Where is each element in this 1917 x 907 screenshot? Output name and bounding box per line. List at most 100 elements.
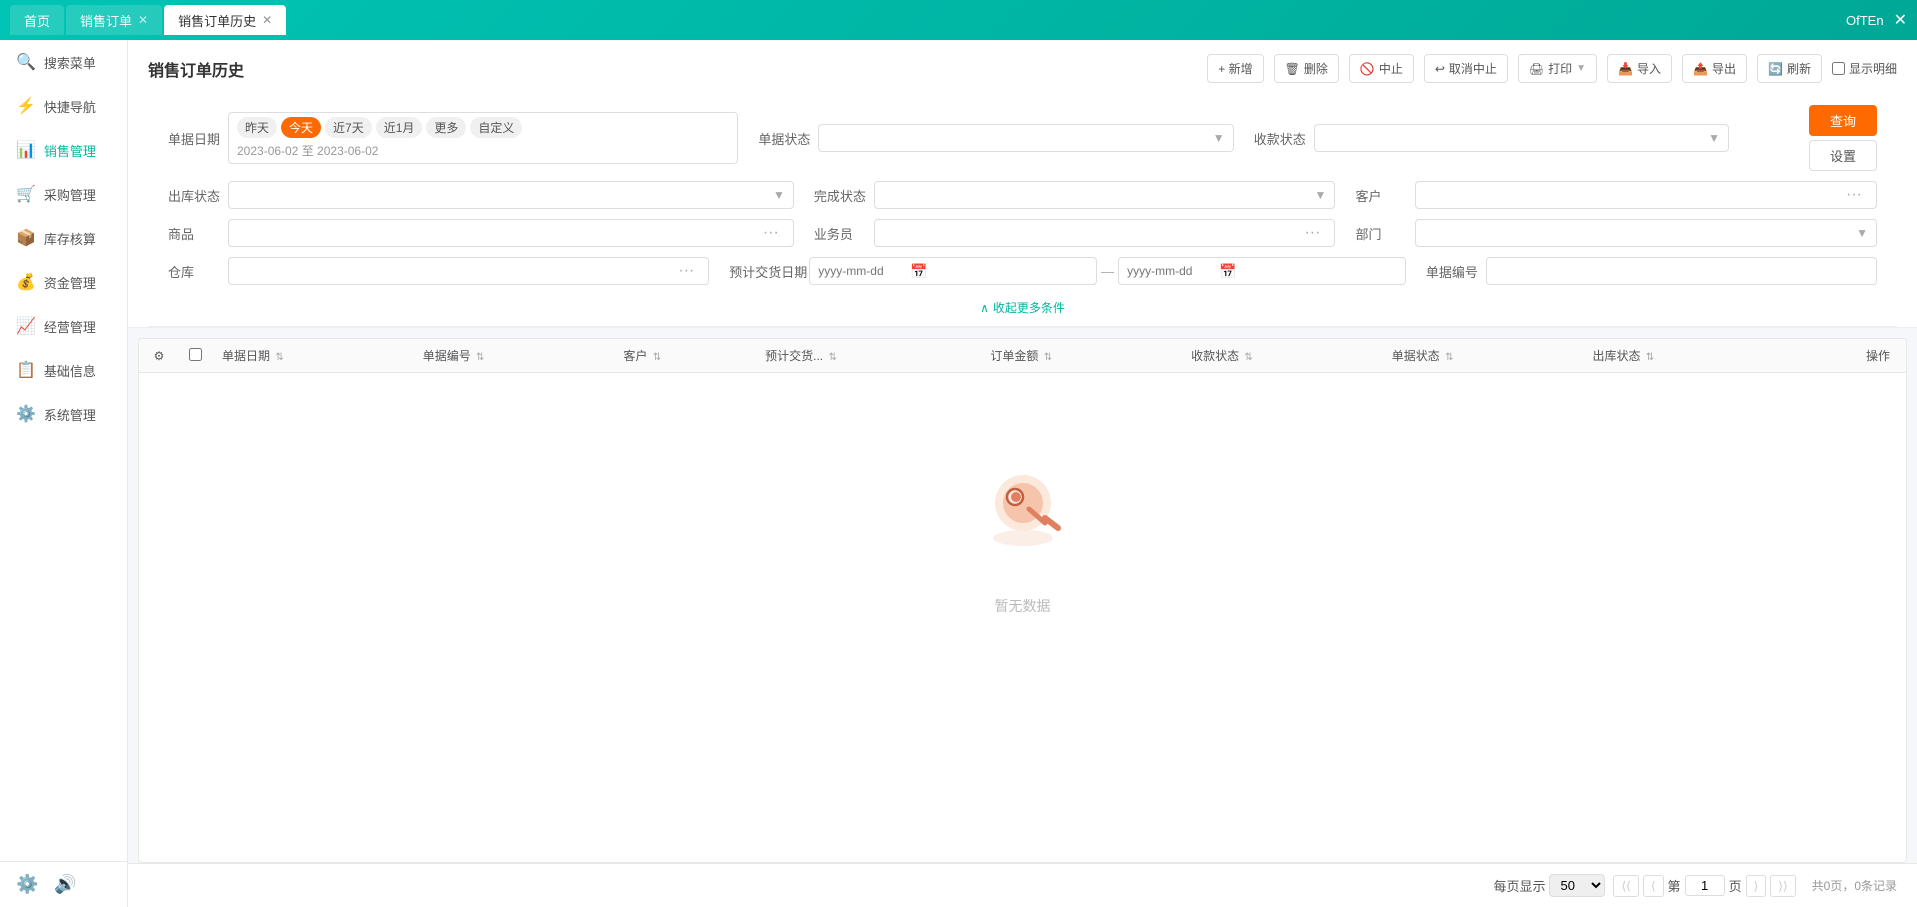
sidebar-item-sys-mgmt[interactable]: ⚙️ 系统管理 bbox=[0, 392, 127, 436]
refresh-icon: 🔄 bbox=[1768, 62, 1783, 76]
sort-order-status-icon[interactable]: ⇅ bbox=[1445, 352, 1453, 363]
date-pill-more[interactable]: 更多 bbox=[426, 117, 466, 138]
sort-customer-icon[interactable]: ⇅ bbox=[653, 352, 661, 363]
sidebar-item-sales-mgmt[interactable]: 📊 销售管理 bbox=[0, 128, 127, 172]
new-button[interactable]: + 新增 bbox=[1207, 54, 1263, 83]
sort-order-amount-icon[interactable]: ⇅ bbox=[1044, 352, 1052, 363]
settings-filter-button[interactable]: 设置 bbox=[1809, 140, 1877, 171]
tab-sales-order-close[interactable]: ✕ bbox=[138, 13, 148, 27]
tab-home-label: 首页 bbox=[24, 11, 50, 30]
empty-illustration bbox=[973, 453, 1073, 572]
last-page-button[interactable]: ⟩⟩ bbox=[1770, 875, 1795, 897]
col-order-status: 单据状态 ⇅ bbox=[1382, 339, 1583, 373]
select-all-checkbox[interactable] bbox=[189, 348, 202, 361]
first-page-button[interactable]: ⟨⟨ bbox=[1613, 875, 1638, 897]
collapse-label: 收起更多条件 bbox=[993, 299, 1065, 316]
inventory-icon: 📦 bbox=[16, 228, 36, 248]
col-delivery-status: 出库状态 ⇅ bbox=[1582, 339, 1783, 373]
expected-date-end-control[interactable]: 📅 bbox=[1118, 257, 1406, 285]
sidebar-speaker-icon[interactable]: 🔊 bbox=[54, 874, 76, 895]
cal-end-icon[interactable]: 📅 bbox=[1219, 263, 1236, 280]
print-button[interactable]: 🖨 打印 ▼ bbox=[1518, 54, 1597, 83]
filter-item-payment-status: 收款状态 ▼ bbox=[1254, 124, 1729, 152]
expected-date-label: 预计交货日期 bbox=[729, 262, 809, 281]
sort-payment-status-icon[interactable]: ⇅ bbox=[1244, 352, 1252, 363]
sidebar-item-purchase-mgmt[interactable]: 🛒 采购管理 bbox=[0, 172, 127, 216]
sort-expected-delivery-icon[interactable]: ⇅ bbox=[829, 352, 837, 363]
complete-status-control[interactable]: ▼ bbox=[874, 181, 1336, 209]
sort-order-no-icon[interactable]: ⇅ bbox=[476, 352, 484, 363]
expected-date-start-input[interactable] bbox=[818, 264, 906, 278]
page-size-dropdown[interactable]: 20 50 100 bbox=[1549, 874, 1605, 897]
sort-delivery-status-icon[interactable]: ⇅ bbox=[1646, 352, 1654, 363]
payment-status-chevron: ▼ bbox=[1708, 131, 1720, 145]
import-button[interactable]: 📥 导入 bbox=[1607, 54, 1672, 83]
salesperson-label: 业务员 bbox=[814, 224, 874, 243]
query-button[interactable]: 查询 bbox=[1809, 105, 1877, 136]
filter-area: 单据日期 昨天 今天 近7天 近1月 更多 自定义 2023-06-02 至 2… bbox=[148, 95, 1897, 327]
date-pills-row: 昨天 今天 近7天 近1月 更多 自定义 bbox=[237, 117, 522, 138]
filter-item-date: 单据日期 昨天 今天 近7天 近1月 更多 自定义 2023-06-02 至 2… bbox=[168, 112, 738, 164]
date-filter-control[interactable]: 昨天 今天 近7天 近1月 更多 自定义 2023-06-02 至 2023-0… bbox=[228, 112, 738, 164]
date-pill-yesterday[interactable]: 昨天 bbox=[237, 117, 277, 138]
col-settings[interactable]: ⚙ bbox=[139, 339, 179, 373]
order-status-control[interactable]: ▼ bbox=[818, 124, 1233, 152]
filter-item-complete-status: 完成状态 ▼ bbox=[814, 181, 1336, 209]
delete-button[interactable]: 🗑 删除 bbox=[1274, 54, 1339, 83]
sidebar-item-base-info[interactable]: 📋 基础信息 bbox=[0, 348, 127, 392]
payment-status-label: 收款状态 bbox=[1254, 129, 1314, 148]
salesperson-control[interactable]: ··· bbox=[874, 219, 1336, 247]
display-detail-checkbox[interactable] bbox=[1832, 62, 1845, 75]
dept-control[interactable]: ▼ bbox=[1415, 219, 1877, 247]
page-input[interactable] bbox=[1685, 875, 1725, 896]
collapse-row[interactable]: ∧ 收起更多条件 bbox=[168, 295, 1877, 316]
sidebar-item-quick-nav[interactable]: ⚡ 快捷导航 bbox=[0, 84, 127, 128]
sort-date-icon[interactable]: ⇅ bbox=[275, 352, 283, 363]
sidebar-item-finance[interactable]: 💰 资金管理 bbox=[0, 260, 127, 304]
salesperson-dots[interactable]: ··· bbox=[1298, 224, 1326, 242]
customer-control[interactable]: ··· bbox=[1415, 181, 1877, 209]
payment-status-control[interactable]: ▼ bbox=[1314, 124, 1729, 152]
table-header-row: ⚙ 单据日期 ⇅ 单据编号 ⇅ 客户 ⇅ bbox=[139, 339, 1906, 373]
sales-mgmt-icon: 📊 bbox=[16, 140, 36, 160]
expected-date-end-input[interactable] bbox=[1127, 264, 1215, 278]
cancel-stop-button[interactable]: ↩ 取消中止 bbox=[1424, 54, 1508, 83]
date-pill-custom[interactable]: 自定义 bbox=[470, 117, 522, 138]
stop-button[interactable]: 🚫 中止 bbox=[1349, 54, 1414, 83]
date-pill-last7[interactable]: 近7天 bbox=[325, 117, 372, 138]
filter-item-product: 商品 ··· bbox=[168, 219, 794, 247]
tab-sales-order-history-close[interactable]: ✕ bbox=[262, 13, 272, 27]
tab-sales-order-history[interactable]: 销售订单历史 ✕ bbox=[164, 5, 286, 35]
sidebar-item-search-menu-label: 搜索菜单 bbox=[44, 53, 96, 72]
top-close-icon[interactable]: ✕ bbox=[1894, 10, 1907, 30]
order-no-control[interactable] bbox=[1486, 257, 1877, 285]
export-button[interactable]: 📤 导出 bbox=[1682, 54, 1747, 83]
sidebar: 🔍 搜索菜单 ⚡ 快捷导航 📊 销售管理 🛒 采购管理 📦 库存核算 💰 资金管… bbox=[0, 40, 128, 907]
date-pill-last1m[interactable]: 近1月 bbox=[376, 117, 423, 138]
tab-home[interactable]: 首页 bbox=[10, 5, 64, 35]
warehouse-label: 仓库 bbox=[168, 262, 228, 281]
cal-start-icon[interactable]: 📅 bbox=[910, 263, 927, 280]
customer-dots[interactable]: ··· bbox=[1840, 186, 1868, 204]
page-label: 第 bbox=[1668, 876, 1681, 895]
expected-date-start-control[interactable]: 📅 bbox=[809, 257, 1097, 285]
delivery-status-control[interactable]: ▼ bbox=[228, 181, 794, 209]
col-check[interactable] bbox=[179, 339, 212, 373]
sidebar-item-operations-label: 经营管理 bbox=[44, 317, 96, 336]
warehouse-dots[interactable]: ··· bbox=[672, 262, 700, 280]
product-control[interactable]: ··· bbox=[228, 219, 794, 247]
warehouse-control[interactable]: ··· bbox=[228, 257, 709, 285]
sidebar-item-search-menu[interactable]: 🔍 搜索菜单 bbox=[0, 40, 127, 84]
tab-sales-order[interactable]: 销售订单 ✕ bbox=[66, 5, 162, 35]
date-pill-today[interactable]: 今天 bbox=[281, 117, 321, 138]
sidebar-settings-icon[interactable]: ⚙️ bbox=[16, 874, 38, 895]
col-customer: 客户 ⇅ bbox=[613, 339, 755, 373]
order-status-label: 单据状态 bbox=[758, 129, 818, 148]
refresh-button[interactable]: 🔄 刷新 bbox=[1757, 54, 1822, 83]
display-detail-label[interactable]: 显示明细 bbox=[1832, 60, 1897, 77]
sidebar-item-inventory[interactable]: 📦 库存核算 bbox=[0, 216, 127, 260]
next-page-button[interactable]: ⟩ bbox=[1746, 875, 1767, 897]
product-dots[interactable]: ··· bbox=[757, 224, 785, 242]
sidebar-item-operations[interactable]: 📈 经营管理 bbox=[0, 304, 127, 348]
prev-page-button[interactable]: ⟨ bbox=[1643, 875, 1664, 897]
